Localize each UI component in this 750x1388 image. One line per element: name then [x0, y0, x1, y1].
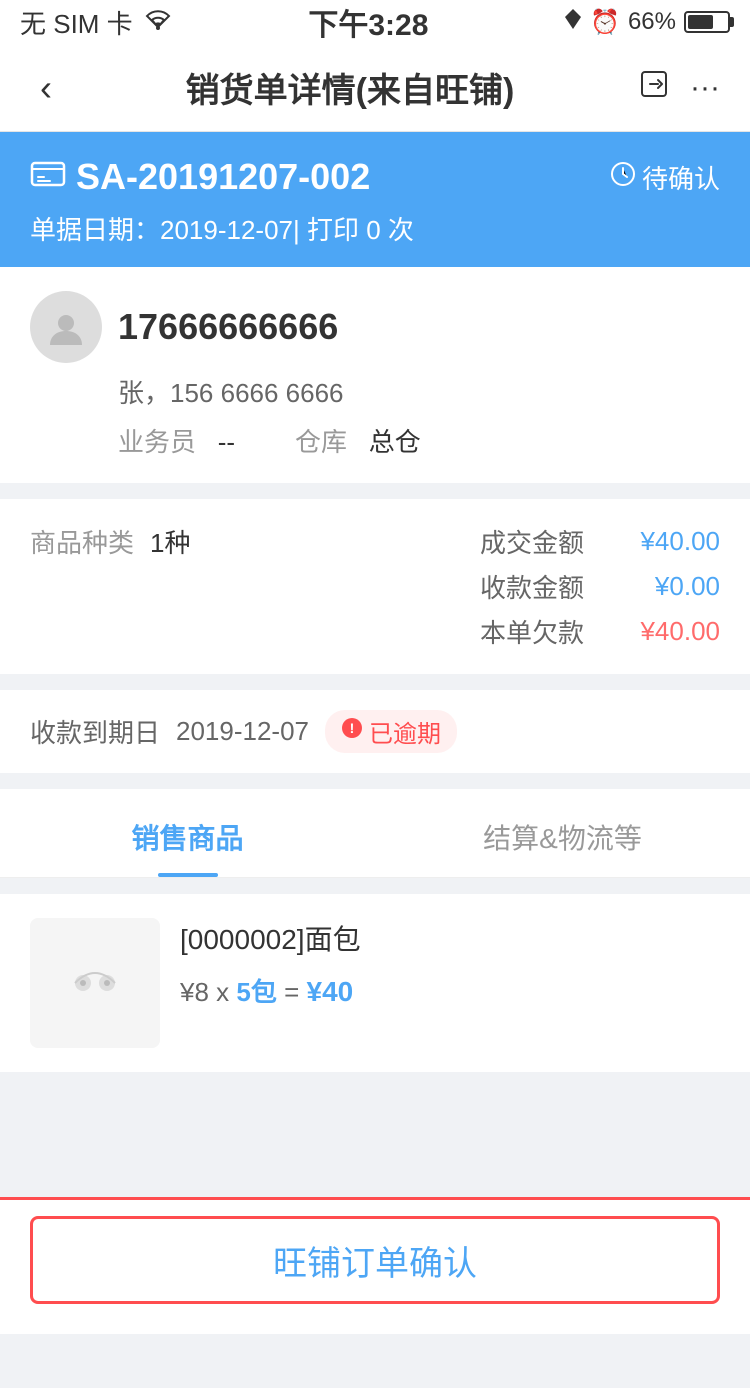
overdue-text: 已逾期 [369, 714, 441, 749]
back-button[interactable]: ‹ [30, 57, 62, 119]
received-amount: ¥0.00 [600, 571, 720, 602]
more-button[interactable]: ··· [690, 71, 720, 105]
unit-price: ¥8 [180, 977, 209, 1007]
tabs: 销售商品 结算&物流等 [0, 789, 750, 878]
bottom-bar: 旺铺订单确认 [0, 1197, 750, 1334]
owed-row: 本单欠款 ¥40.00 [480, 613, 720, 650]
amounts: 成交金额 ¥40.00 收款金额 ¥0.00 本单欠款 ¥40.00 [480, 523, 720, 650]
owed-amount: ¥40.00 [600, 616, 720, 647]
product-item: [0000002]面包 ¥8 x 5包 = ¥40 [0, 894, 750, 1072]
tab-sales-products[interactable]: 销售商品 [0, 789, 375, 877]
transaction-amount: ¥40.00 [600, 526, 720, 557]
multiply-sign: x [216, 977, 236, 1007]
order-icon [30, 156, 66, 198]
wifi-icon [143, 7, 173, 38]
product-image [30, 918, 160, 1048]
salesperson-label: 业务员 [118, 427, 196, 457]
svg-text:!: ! [350, 720, 355, 736]
product-name: [0000002]面包 [180, 918, 720, 958]
product-type: 商品种类 1种 [30, 523, 190, 560]
transaction-row: 成交金额 ¥40.00 [480, 523, 720, 560]
battery-icon [684, 11, 730, 33]
due-section: 收款到期日 2019-12-07 ! 已逾期 [0, 690, 750, 773]
overdue-badge: ! 已逾期 [325, 710, 457, 753]
overdue-icon: ! [341, 717, 363, 746]
customer-name: 张，156 6666 6666 [30, 373, 720, 410]
customer-meta: 业务员 -- 仓库 总仓 [30, 422, 720, 459]
customer-phone: 17666666666 [118, 306, 338, 348]
confirm-order-button[interactable]: 旺铺订单确认 [30, 1216, 720, 1304]
summary-section: 商品种类 1种 成交金额 ¥40.00 收款金额 ¥0.00 本单欠款 ¥40.… [0, 499, 750, 674]
order-status: 待确认 [610, 159, 720, 196]
nav-actions: ··· [638, 68, 720, 108]
status-left: 无 SIM 卡 [20, 4, 173, 41]
order-date: 单据日期：2019-12-07| 打印 0 次 [30, 210, 720, 247]
received-row: 收款金额 ¥0.00 [480, 568, 720, 605]
warehouse-label: 仓库 [295, 427, 347, 457]
order-id: SA-20191207-002 [30, 156, 370, 198]
page-title: 销货单详情(来自旺铺) [186, 63, 515, 112]
customer-section: 17666666666 张，156 6666 6666 业务员 -- 仓库 总仓 [0, 267, 750, 483]
quantity: 5包 [236, 977, 276, 1007]
equals-sign: = [284, 977, 306, 1007]
product-info: [0000002]面包 ¥8 x 5包 = ¥40 [180, 918, 720, 1009]
status-bar: 无 SIM 卡 下午3:28 ⏰ 66% [0, 0, 750, 44]
salesperson-value: -- [218, 427, 235, 457]
tab-settlement[interactable]: 结算&物流等 [375, 789, 750, 877]
share-button[interactable] [638, 68, 670, 108]
due-date-value: 2019-12-07 [176, 716, 309, 747]
total-price: ¥40 [307, 976, 354, 1007]
status-time: 下午3:28 [308, 0, 428, 44]
location-icon [564, 8, 582, 37]
alarm-icon: ⏰ [590, 8, 620, 37]
status-right: ⏰ 66% [564, 8, 730, 37]
avatar [30, 291, 102, 363]
warehouse-value: 总仓 [369, 427, 421, 457]
battery-percentage: 66% [628, 8, 676, 36]
clock-icon [610, 161, 636, 194]
product-price: ¥8 x 5包 = ¥40 [180, 972, 720, 1009]
nav-bar: ‹ 销货单详情(来自旺铺) ··· [0, 44, 750, 132]
due-date-label: 收款到期日 [30, 713, 160, 750]
carrier-label: 无 SIM 卡 [20, 4, 133, 41]
order-header: SA-20191207-002 待确认 单据日期：2019-12-07| 打印 … [0, 132, 750, 267]
